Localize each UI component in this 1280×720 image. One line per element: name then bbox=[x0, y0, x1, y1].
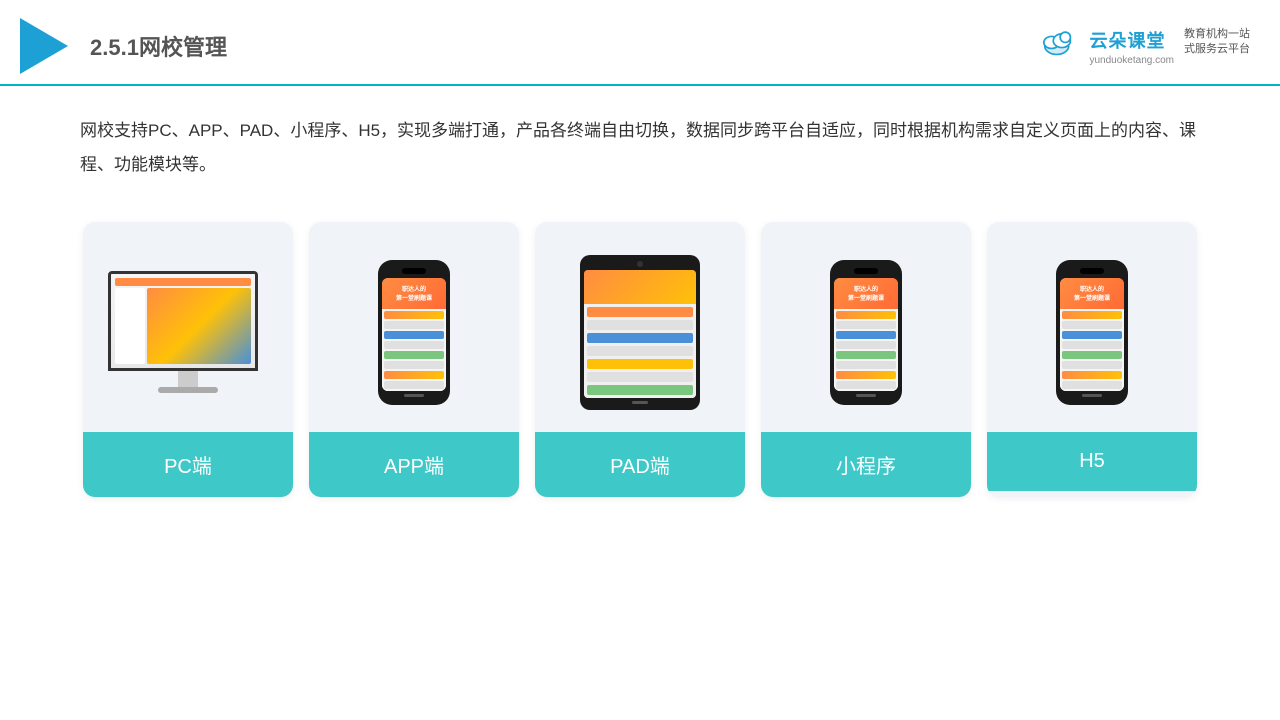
header-left: 2.5.1网校管理 bbox=[20, 18, 227, 74]
cloud-logo-icon bbox=[1039, 27, 1083, 57]
card-h5-label: H5 bbox=[987, 432, 1197, 491]
brand-triangle-icon bbox=[20, 18, 68, 74]
description-text: 网校支持PC、APP、PAD、小程序、H5，实现多端打通，产品各终端自由切换，数… bbox=[0, 86, 1280, 192]
card-miniapp-label: 小程序 bbox=[761, 432, 971, 497]
card-h5: 职达人的第一堂刷题课 H5 bbox=[987, 222, 1197, 497]
logo-url: yunduoketang.com bbox=[1089, 55, 1174, 66]
card-app: 职达人的第一堂刷题课 APP端 bbox=[309, 222, 519, 497]
platform-cards: PC端 职达人的第一堂刷题课 bbox=[0, 192, 1280, 527]
page-header: 2.5.1网校管理 云朵课堂 yunduoketang.com 教育机构一站 式… bbox=[0, 0, 1280, 86]
card-miniapp: 职达人的第一堂刷题课 小程序 bbox=[761, 222, 971, 497]
phone-mockup-miniapp: 职达人的第一堂刷题课 bbox=[830, 260, 902, 405]
tablet-mockup bbox=[580, 255, 700, 410]
logo-name: 云朵课堂 bbox=[1089, 27, 1174, 53]
card-pc-label: PC端 bbox=[83, 432, 293, 497]
card-pc-image bbox=[83, 222, 293, 432]
monitor-screen bbox=[108, 271, 258, 371]
logo-text-container: 云朵课堂 yunduoketang.com bbox=[1089, 27, 1174, 66]
monitor-mockup bbox=[108, 271, 268, 393]
phone-mockup-h5: 职达人的第一堂刷题课 bbox=[1056, 260, 1128, 405]
card-app-label: APP端 bbox=[309, 432, 519, 497]
card-pad-image bbox=[535, 222, 745, 432]
card-pc: PC端 bbox=[83, 222, 293, 497]
card-app-image: 职达人的第一堂刷题课 bbox=[309, 222, 519, 432]
page-title: 2.5.1网校管理 bbox=[90, 30, 227, 62]
card-pad-label: PAD端 bbox=[535, 432, 745, 497]
phone-mockup-app: 职达人的第一堂刷题课 bbox=[378, 260, 450, 405]
logo-slogan: 教育机构一站 式服务云平台 bbox=[1184, 27, 1250, 58]
brand-logo: 云朵课堂 yunduoketang.com 教育机构一站 式服务云平台 bbox=[1039, 27, 1250, 66]
card-h5-image: 职达人的第一堂刷题课 bbox=[987, 222, 1197, 432]
card-miniapp-image: 职达人的第一堂刷题课 bbox=[761, 222, 971, 432]
card-pad: PAD端 bbox=[535, 222, 745, 497]
